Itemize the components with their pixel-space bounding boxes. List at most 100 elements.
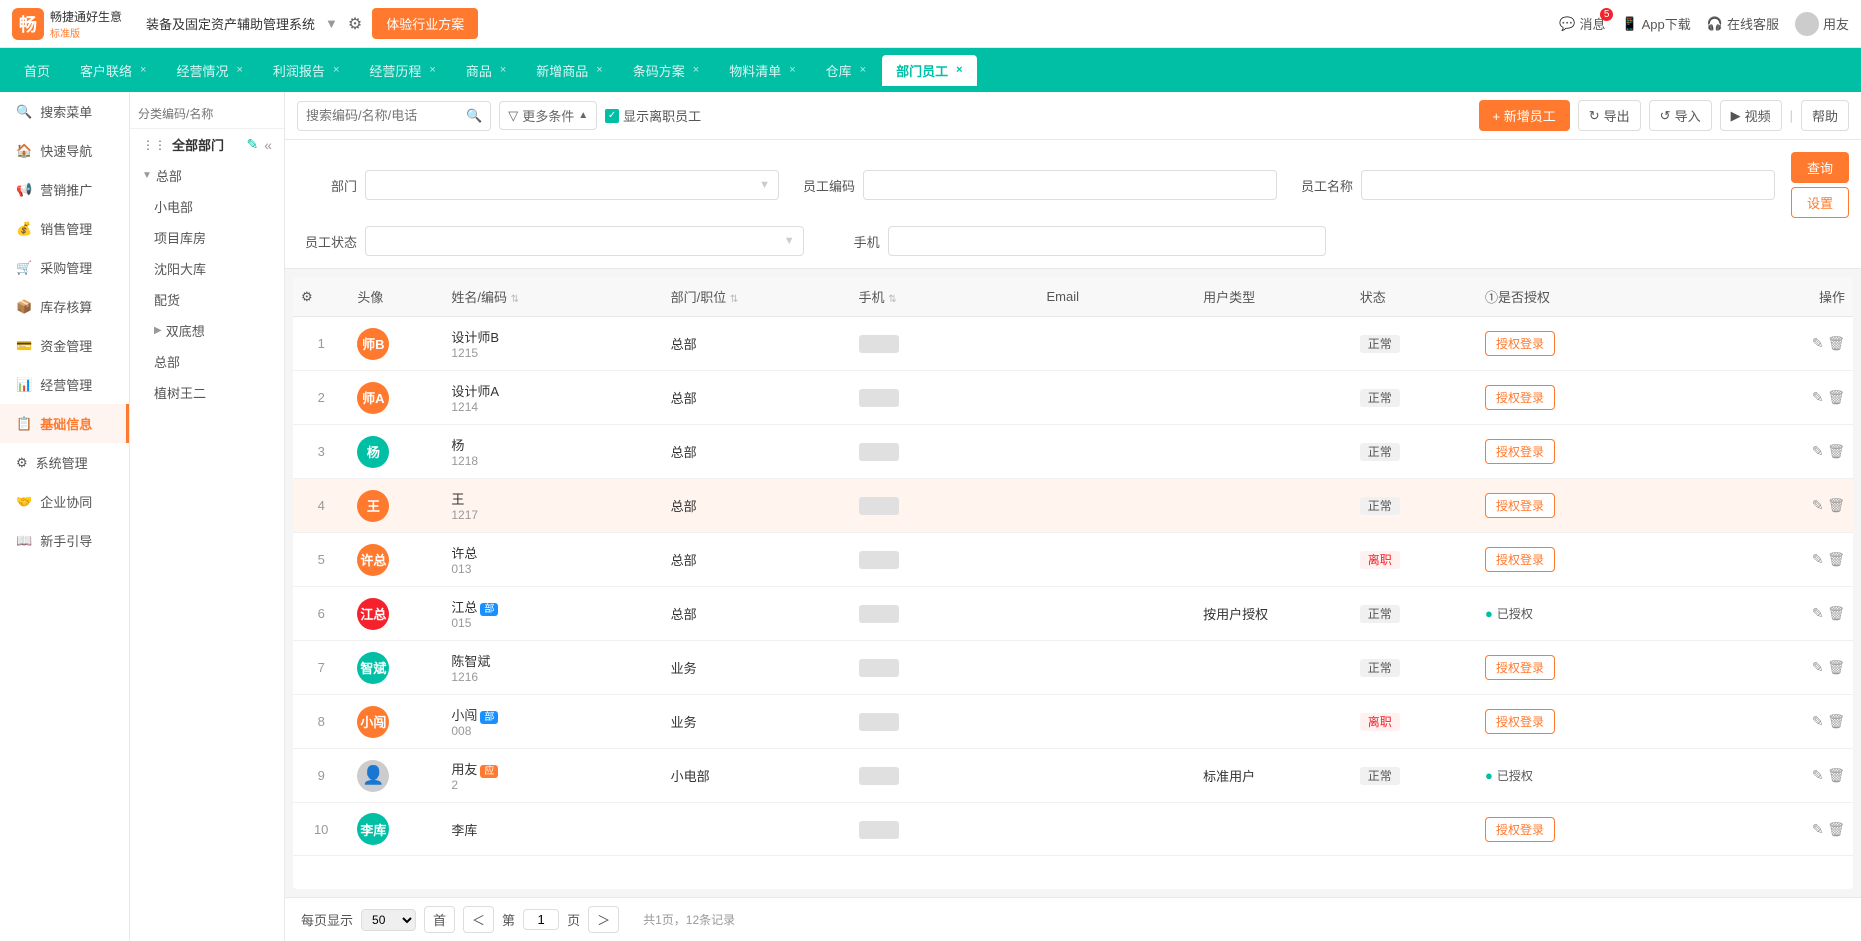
- delete-icon[interactable]: 🗑: [1827, 443, 1845, 459]
- tab-barcode[interactable]: 条码方案×: [619, 55, 713, 86]
- delete-icon[interactable]: 🗑: [1827, 497, 1845, 513]
- authorize-button[interactable]: 授权登录: [1485, 709, 1555, 734]
- sidebar-item-collab[interactable]: 🤝 企业协同: [0, 482, 129, 521]
- trial-button[interactable]: 体验行业方案: [372, 8, 478, 39]
- tab-journey[interactable]: 经营历程×: [355, 55, 449, 86]
- delete-icon[interactable]: 🗑: [1827, 821, 1845, 837]
- search-input[interactable]: [306, 108, 466, 123]
- first-page-button[interactable]: 首: [424, 906, 455, 933]
- tab-goods[interactable]: 商品×: [452, 55, 520, 86]
- delete-icon[interactable]: 🗑: [1827, 605, 1845, 621]
- sidebar-item-nav[interactable]: 🏠 快速导航: [0, 131, 129, 170]
- edit-icon[interactable]: ✎: [1812, 389, 1824, 405]
- tab-add-goods-close[interactable]: ×: [596, 64, 602, 76]
- more-filter-button[interactable]: ▽ 更多条件 ▲: [499, 101, 597, 130]
- import-button[interactable]: ↺ 导入: [1649, 100, 1712, 131]
- authorize-button[interactable]: 授权登录: [1485, 547, 1555, 572]
- edit-icon[interactable]: ✎: [1812, 659, 1824, 675]
- edit-icon[interactable]: ✎: [1812, 497, 1824, 513]
- user-action[interactable]: 用友: [1795, 12, 1849, 36]
- phone-input[interactable]: [888, 226, 1327, 256]
- emp-code-input[interactable]: [863, 170, 1277, 200]
- tab-customer[interactable]: 客户联络×: [66, 55, 160, 86]
- tab-customer-close[interactable]: ×: [140, 64, 146, 76]
- add-employee-button[interactable]: + 新增员工: [1479, 100, 1570, 131]
- authorize-button[interactable]: 授权登录: [1485, 385, 1555, 410]
- authorize-button[interactable]: 授权登录: [1485, 817, 1555, 842]
- dept-node-zongbu[interactable]: ▼ 总部: [130, 160, 284, 191]
- sidebar-item-basic[interactable]: 📋 基础信息: [0, 404, 129, 443]
- prev-page-button[interactable]: ＜: [463, 906, 494, 933]
- set-button[interactable]: 设置: [1791, 187, 1849, 218]
- sidebar-item-operation[interactable]: 📊 经营管理: [0, 365, 129, 404]
- sidebar-item-marketing[interactable]: 📢 营销推广: [0, 170, 129, 209]
- sidebar-item-purchase[interactable]: 🛒 采购管理: [0, 248, 129, 287]
- dept-select[interactable]: ▼: [365, 170, 779, 200]
- dept-node-shuangdi[interactable]: ▶ 双底想: [130, 315, 284, 346]
- tab-barcode-close[interactable]: ×: [693, 64, 699, 76]
- dept-search-input[interactable]: [138, 107, 285, 121]
- sort-name-icon[interactable]: ⇅: [511, 294, 519, 305]
- col-dept[interactable]: 部门/职位 ⇅: [663, 277, 851, 317]
- search-submit-icon[interactable]: 🔍: [466, 108, 482, 124]
- view-button[interactable]: ▶ 视频: [1720, 100, 1782, 131]
- edit-icon[interactable]: ✎: [1812, 443, 1824, 459]
- delete-icon[interactable]: 🗑: [1827, 389, 1845, 405]
- sidebar-item-search[interactable]: 🔍 搜索菜单: [0, 92, 129, 131]
- delete-icon[interactable]: 🗑: [1827, 335, 1845, 351]
- gear-icon[interactable]: ⚙: [348, 14, 362, 34]
- edit-icon[interactable]: ✎: [1812, 605, 1824, 621]
- sort-dept-icon[interactable]: ⇅: [730, 294, 738, 305]
- tab-dept-staff[interactable]: 部门员工×: [882, 55, 976, 86]
- sidebar-item-finance[interactable]: 💳 资金管理: [0, 326, 129, 365]
- app-download-action[interactable]: 📱 App下载: [1621, 14, 1690, 33]
- emp-name-input[interactable]: [1361, 170, 1775, 200]
- tab-business[interactable]: 经营情况×: [162, 55, 256, 86]
- dept-node-xiaodian[interactable]: 小电部: [130, 191, 284, 222]
- dept-node-zongbu2[interactable]: 总部: [130, 346, 284, 377]
- tab-profit-close[interactable]: ×: [333, 64, 339, 76]
- dept-collapse-icon[interactable]: «: [264, 137, 272, 153]
- tab-warehouse-close[interactable]: ×: [860, 64, 866, 76]
- next-page-button[interactable]: ＞: [588, 906, 619, 933]
- help-button[interactable]: 帮助: [1801, 100, 1849, 131]
- delete-icon[interactable]: 🗑: [1827, 767, 1845, 783]
- authorize-button[interactable]: 授权登录: [1485, 331, 1555, 356]
- sidebar-item-system[interactable]: ⚙ 系统管理: [0, 443, 129, 482]
- sort-phone-icon[interactable]: ⇅: [888, 294, 896, 305]
- col-settings[interactable]: ⚙: [293, 277, 349, 317]
- tab-dept-close[interactable]: ×: [956, 64, 962, 76]
- tab-goods-close[interactable]: ×: [500, 64, 506, 76]
- edit-icon[interactable]: ✎: [1812, 335, 1824, 351]
- tab-home[interactable]: 首页: [10, 55, 64, 86]
- col-name-code[interactable]: 姓名/编码 ⇅: [443, 277, 662, 317]
- tab-add-goods[interactable]: 新增商品×: [522, 55, 616, 86]
- tab-profit[interactable]: 利润报告×: [259, 55, 353, 86]
- tab-journey-close[interactable]: ×: [429, 64, 435, 76]
- dropdown-arrow[interactable]: ▼: [325, 16, 338, 31]
- dept-node-xiangmu[interactable]: 项目库房: [130, 222, 284, 253]
- page-size-select[interactable]: 50 100 200: [361, 909, 416, 931]
- online-service-action[interactable]: 🎧 在线客服: [1707, 14, 1779, 33]
- message-action[interactable]: 💬 消息 5: [1559, 14, 1605, 33]
- delete-icon[interactable]: 🗑: [1827, 551, 1845, 567]
- edit-icon[interactable]: ✎: [1812, 767, 1824, 783]
- sidebar-item-guide[interactable]: 📖 新手引导: [0, 521, 129, 560]
- authorize-button[interactable]: 授权登录: [1485, 439, 1555, 464]
- page-input[interactable]: [523, 909, 559, 930]
- edit-icon[interactable]: ✎: [1812, 551, 1824, 567]
- dept-edit-icon[interactable]: ✎: [246, 136, 258, 153]
- dept-node-shenyang[interactable]: 沈阳大库: [130, 253, 284, 284]
- tab-warehouse[interactable]: 仓库×: [812, 55, 880, 86]
- col-phone[interactable]: 手机 ⇅: [851, 277, 1039, 317]
- sidebar-item-inventory[interactable]: 📦 库存核算: [0, 287, 129, 326]
- sidebar-item-sales[interactable]: 💰 销售管理: [0, 209, 129, 248]
- authorize-button[interactable]: 授权登录: [1485, 655, 1555, 680]
- show-resigned-checkbox[interactable]: ✓ 显示离职员工: [605, 106, 701, 125]
- status-select[interactable]: ▼: [365, 226, 804, 256]
- search-button[interactable]: 查询: [1791, 152, 1849, 183]
- authorize-button[interactable]: 授权登录: [1485, 493, 1555, 518]
- tab-business-close[interactable]: ×: [236, 64, 242, 76]
- delete-icon[interactable]: 🗑: [1827, 659, 1845, 675]
- delete-icon[interactable]: 🗑: [1827, 713, 1845, 729]
